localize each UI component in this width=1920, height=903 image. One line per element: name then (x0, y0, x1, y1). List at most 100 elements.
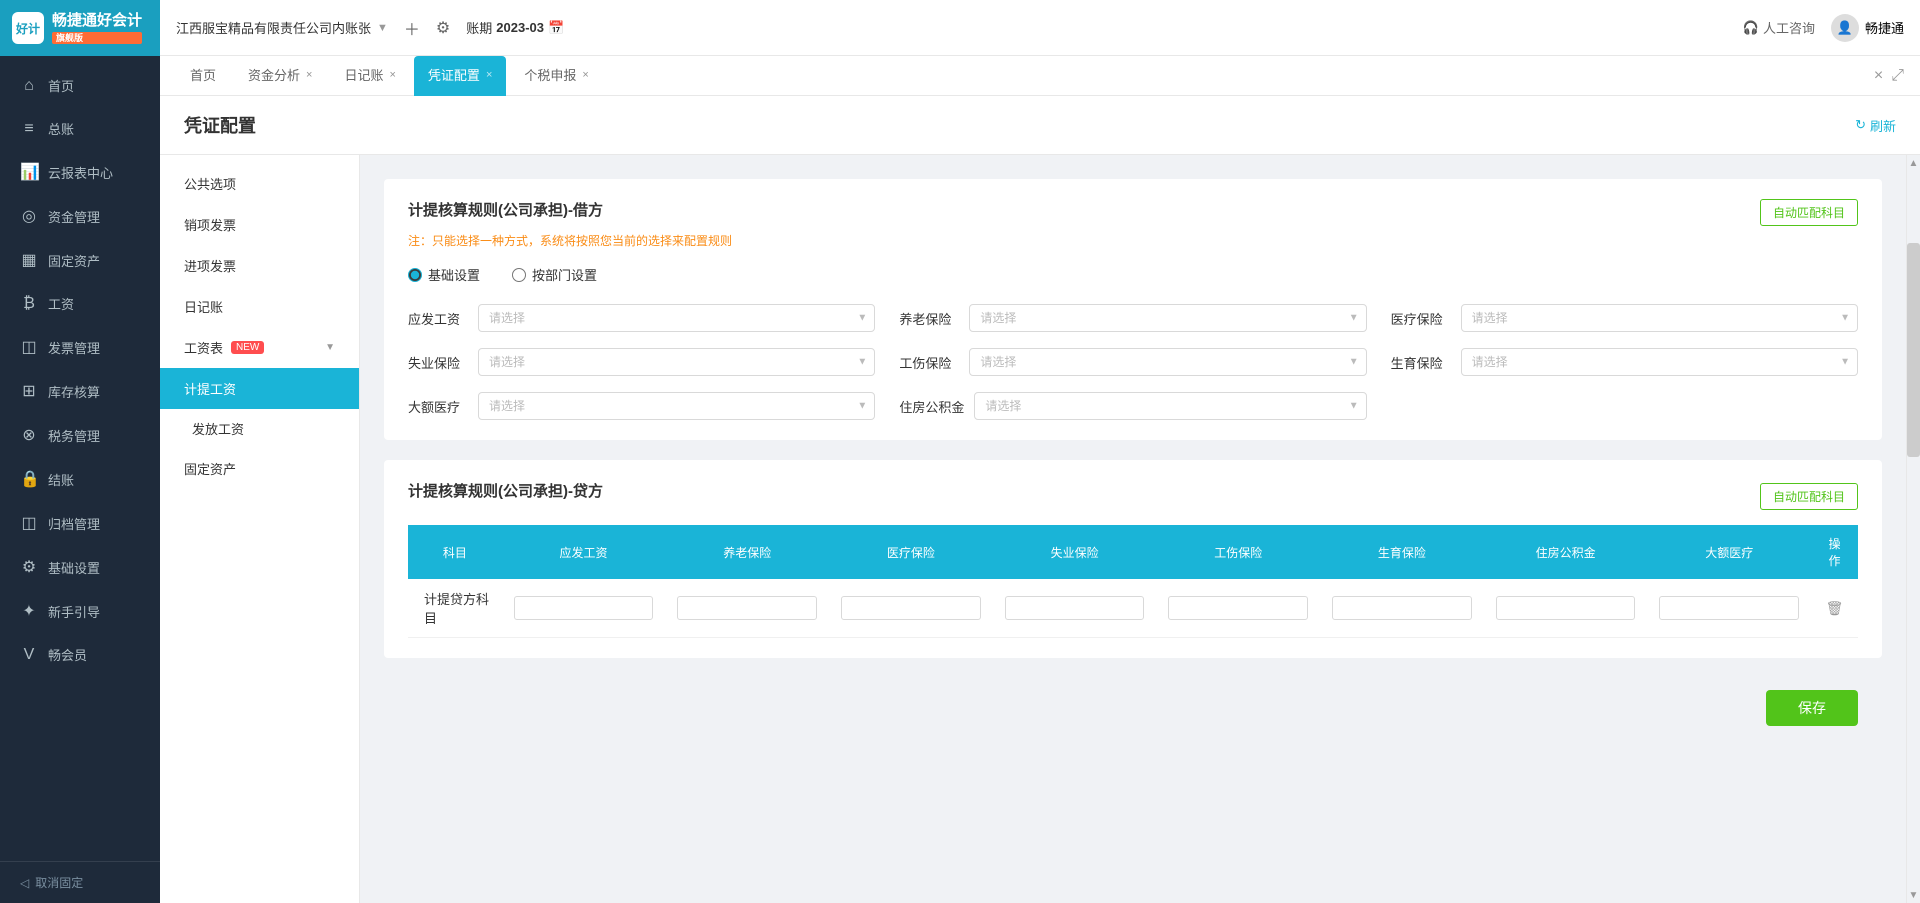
field-zhufang-gongjijin: 住房公积金 请选择 ▼ (899, 392, 1366, 420)
sidebar-item-guide[interactable]: ✦ 新手引导 (0, 589, 160, 633)
sidebar-item-archive[interactable]: ◫ 归档管理 (0, 501, 160, 545)
select-gongshang-baoxian[interactable]: 请选择 (969, 348, 1366, 376)
maximize-tab-button[interactable]: ⤢ (1891, 67, 1904, 85)
input-yingfa[interactable] (514, 596, 654, 620)
tab-close-voucher[interactable]: × (486, 69, 492, 81)
user-icon: 👤 (1837, 20, 1853, 36)
company-name: 江西服宝精品有限责任公司内账张 (176, 18, 371, 37)
radio-basic-setting[interactable]: 基础设置 (408, 265, 480, 284)
radio-dept-setting[interactable]: 按部门设置 (512, 265, 597, 284)
select-zhufang-gongjijin[interactable]: 请选择 (974, 392, 1366, 420)
menu-item-purchase[interactable]: 进项发票 (160, 245, 359, 286)
col-header-daexian: 大额医疗 (1647, 525, 1811, 579)
input-yiliao[interactable] (841, 596, 981, 620)
col-header-action: 操作 (1811, 525, 1858, 579)
tax-icon: ⊗ (20, 425, 38, 445)
vip-icon: V (20, 646, 38, 664)
table-row: 计提贷方科目 🗑 (408, 579, 1858, 638)
sidebar-item-capital[interactable]: ◎ 资金管理 (0, 194, 160, 238)
sidebar-item-fixed[interactable]: ▦ 固定资产 (0, 238, 160, 282)
field-gongshang-baoxian: 工伤保险 请选择 ▼ (899, 348, 1366, 376)
sidebar-item-reports[interactable]: 📊 云报表中心 (0, 150, 160, 194)
tab-close-diary[interactable]: × (389, 69, 395, 81)
select-yingfa-gongzi[interactable]: 请选择 (478, 304, 875, 332)
menu-item-diary[interactable]: 日记账 (160, 286, 359, 327)
credit-auto-match-button[interactable]: 自动匹配科目 (1760, 483, 1858, 510)
settings-button[interactable]: ⚙ (436, 18, 450, 38)
table-header-row: 科目 应发工资 养老保险 医疗保险 失业保险 工伤保险 生育保险 住房公积金 大… (408, 525, 1858, 579)
input-shengyu[interactable] (1332, 596, 1472, 620)
delete-row-button[interactable]: 🗑 (1826, 600, 1844, 617)
tab-voucher[interactable]: 凭证配置 × (414, 56, 506, 96)
col-header-yanglao: 养老保险 (665, 525, 829, 579)
col-header-shiye: 失业保险 (993, 525, 1157, 579)
close-tab-button[interactable]: × (1874, 67, 1883, 85)
credit-table: 科目 应发工资 养老保险 医疗保险 失业保险 工伤保险 生育保险 住房公积金 大… (408, 525, 1858, 638)
sidebar-item-inventory[interactable]: ⊞ 库存核算 (0, 369, 160, 413)
col-header-shengyu: 生育保险 (1320, 525, 1484, 579)
tab-home[interactable]: 首页 (176, 56, 230, 96)
select-daexian-yiliao[interactable]: 请选择 (478, 392, 875, 420)
debit-section: 自动匹配科目 计提核算规则(公司承担)-借方 注：只能选择一种方式，系统将按照您… (384, 179, 1882, 440)
sidebar-item-tax[interactable]: ⊗ 税务管理 (0, 413, 160, 457)
input-gongshang[interactable] (1168, 596, 1308, 620)
select-shiye-baoxian[interactable]: 请选择 (478, 348, 875, 376)
input-shiye[interactable] (1005, 596, 1145, 620)
field-yanglao-baoxian: 养老保险 请选择 ▼ (899, 304, 1366, 332)
user-menu[interactable]: 👤 畅捷通 (1831, 14, 1904, 42)
page-header: 凭证配置 ↻ 刷新 (160, 96, 1920, 155)
input-yanglao[interactable] (677, 596, 817, 620)
col-header-gongshang: 工伤保险 (1156, 525, 1320, 579)
topbar: 江西服宝精品有限责任公司内账张 ▼ ＋ ⚙ 账期 2023-03 📅 🎧 人工咨… (160, 0, 1920, 56)
col-header-yingfa: 应发工资 (502, 525, 666, 579)
select-yiliao-baoxian[interactable]: 请选择 (1461, 304, 1858, 332)
tab-actions: × ⤢ (1874, 67, 1904, 85)
archive-icon: ◫ (20, 513, 38, 533)
ledger-icon: ≡ (20, 120, 38, 138)
select-shengyu-baoxian[interactable]: 请选择 (1461, 348, 1858, 376)
save-button[interactable]: 保存 (1766, 690, 1858, 726)
salary-icon: ₿ (20, 295, 38, 313)
add-button[interactable]: ＋ (404, 16, 420, 40)
scroll-up-button[interactable]: ▲ (1907, 155, 1920, 171)
refresh-button[interactable]: ↻ 刷新 (1855, 116, 1896, 135)
tab-tax[interactable]: 个税申报 × (510, 56, 602, 96)
menu-item-salary-calc[interactable]: 计提工资 (160, 368, 359, 409)
sidebar-item-vip[interactable]: V 畅会员 (0, 633, 160, 676)
sidebar-item-close[interactable]: 🔒 结账 (0, 457, 160, 501)
debit-auto-match-button[interactable]: 自动匹配科目 (1760, 199, 1858, 226)
period-selector[interactable]: 账期 2023-03 📅 (466, 18, 564, 37)
menu-item-sales[interactable]: 销项发票 (160, 204, 359, 245)
page-title: 凭证配置 (184, 112, 256, 138)
cancel-pin-button[interactable]: ◁ 取消固定 (0, 861, 160, 903)
sidebar-item-invoice[interactable]: ◫ 发票管理 (0, 325, 160, 369)
menu-item-fixed-asset[interactable]: 固定资产 (160, 448, 359, 489)
service-button[interactable]: 🎧 人工咨询 (1743, 18, 1815, 37)
app-logo: 好计 畅捷通好会计 旗舰版 (0, 0, 160, 56)
input-zhufang[interactable] (1496, 596, 1636, 620)
scrollbar-thumb[interactable] (1907, 243, 1920, 458)
sidebar-item-ledger[interactable]: ≡ 总账 (0, 107, 160, 150)
tab-capital[interactable]: 资金分析 × (234, 56, 326, 96)
field-yiliao-baoxian: 医疗保险 请选择 ▼ (1391, 304, 1858, 332)
credit-section: 计提核算规则(公司承担)-贷方 自动匹配科目 科目 应发工资 养老保险 医疗保险… (384, 460, 1882, 658)
field-daexian-yiliao: 大额医疗 请选择 ▼ (408, 392, 875, 420)
sidebar-item-salary[interactable]: ₿ 工资 (0, 282, 160, 325)
tab-close-capital[interactable]: × (306, 69, 312, 81)
cell-subject-label: 计提贷方科目 (408, 579, 502, 638)
content-area: 公共选项 销项发票 进项发票 日记账 工资表 NEW ▼ (160, 155, 1920, 903)
scroll-down-button[interactable]: ▼ (1907, 887, 1920, 903)
sidebar-item-settings[interactable]: ⚙ 基础设置 (0, 545, 160, 589)
menu-item-salary-pay[interactable]: 发放工资 (160, 409, 359, 448)
home-icon: ⌂ (20, 77, 38, 95)
calendar-icon: 📅 (548, 20, 564, 36)
select-yanglao-baoxian[interactable]: 请选择 (969, 304, 1366, 332)
sidebar-item-home[interactable]: ⌂ 首页 (0, 64, 160, 107)
input-daexian[interactable] (1659, 596, 1799, 620)
company-selector[interactable]: 江西服宝精品有限责任公司内账张 ▼ (176, 18, 388, 37)
menu-item-salary-table[interactable]: 工资表 NEW ▼ (160, 327, 359, 368)
tab-diary[interactable]: 日记账 × (330, 56, 409, 96)
invoice-icon: ◫ (20, 337, 38, 357)
tab-close-tax[interactable]: × (582, 69, 588, 81)
menu-item-public[interactable]: 公共选项 (160, 163, 359, 204)
